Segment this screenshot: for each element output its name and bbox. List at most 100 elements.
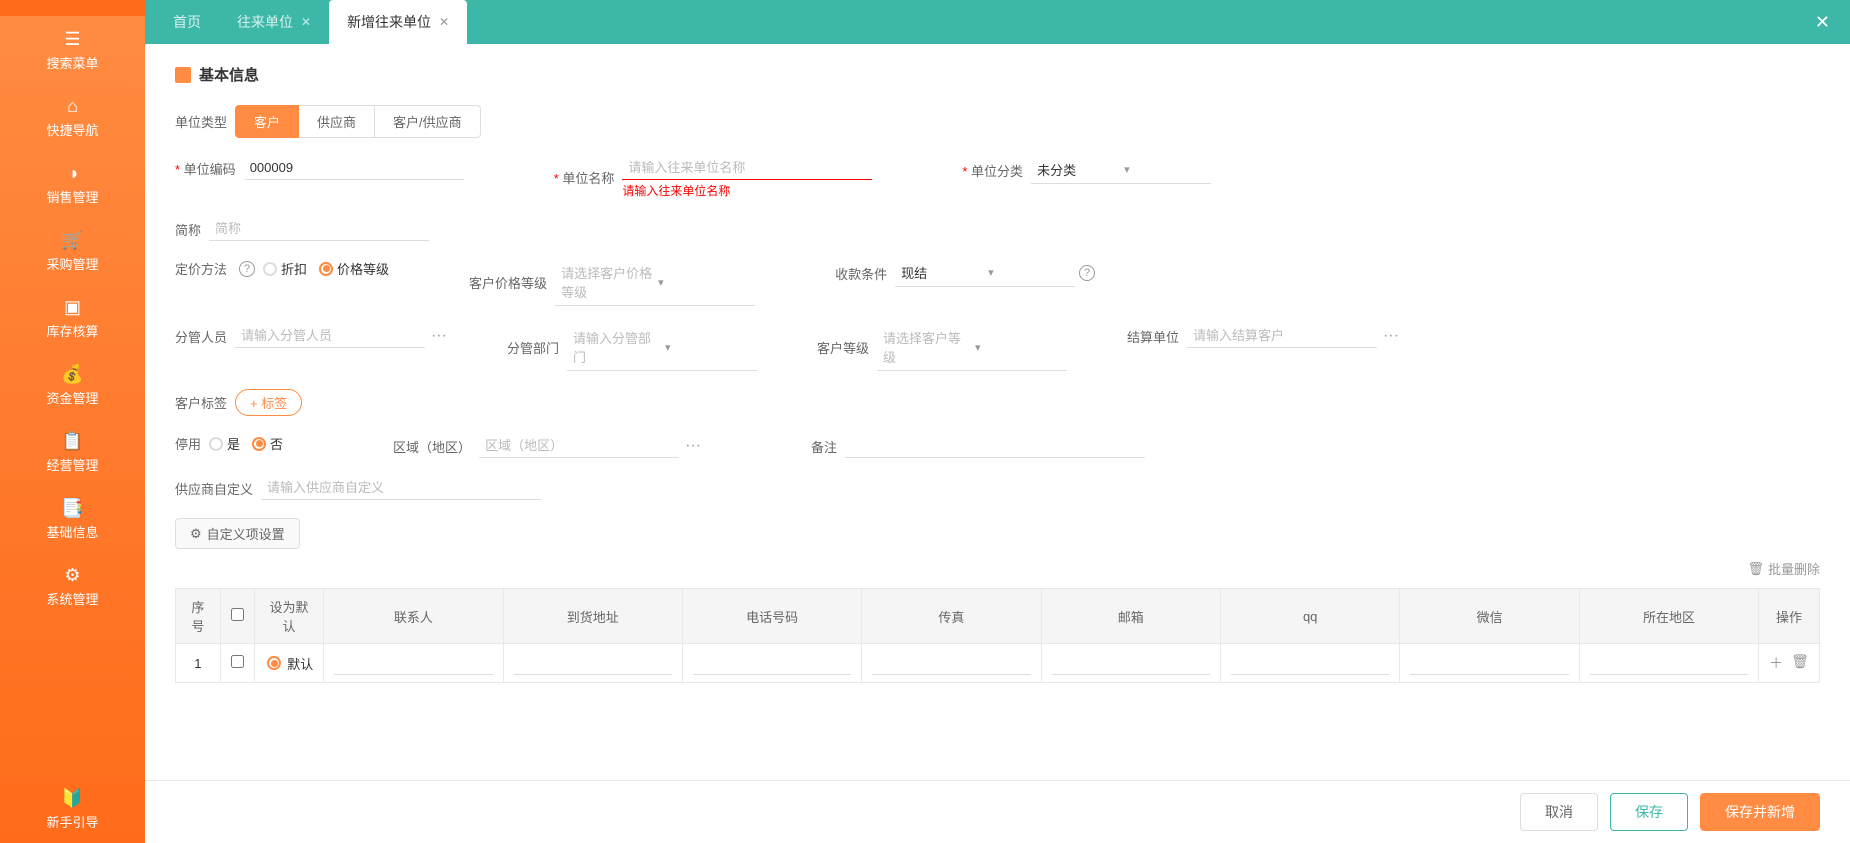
settlement-input[interactable]: [1187, 324, 1377, 348]
sidebar-item-label: 库存核算: [46, 321, 98, 340]
pricing-info-icon[interactable]: ?: [239, 261, 255, 277]
sidebar-item-sales[interactable]: ◑ 销售管理: [0, 151, 145, 218]
unit-name-error: 请输入往来单位名称: [622, 182, 872, 199]
region-more-icon[interactable]: ···: [685, 437, 701, 455]
sidebar-item-label: 销售管理: [46, 187, 98, 206]
payment-terms-select[interactable]: 现结 ▾: [895, 259, 1075, 287]
sidebar-item-label: 采购管理: [46, 254, 98, 273]
disabled-yes-label: 是: [227, 434, 240, 453]
col-qq: qq: [1220, 589, 1400, 644]
row-address-input[interactable]: [514, 651, 672, 675]
payment-terms-info-icon[interactable]: ?: [1079, 265, 1095, 281]
cust-level-label: 客户等级: [817, 338, 869, 357]
row-region: [1579, 644, 1758, 683]
tab-new-contact[interactable]: 新增往来单位 ✕: [329, 0, 467, 44]
row-add-icon[interactable]: ＋: [1769, 653, 1783, 673]
type-btn-supplier[interactable]: 供应商: [299, 105, 375, 138]
pricing-radio-level[interactable]: 价格等级: [319, 259, 389, 278]
tab-contacts-close[interactable]: ✕: [301, 15, 311, 29]
dept-select[interactable]: 请输入分管部门 ▾: [567, 324, 757, 371]
sidebar-item-ops[interactable]: 📋 经营管理: [0, 419, 145, 486]
payment-terms-group: 收款条件 现结 ▾ ?: [835, 259, 1095, 287]
dept-placeholder: 请输入分管部门: [573, 328, 659, 366]
sidebar-item-quick-nav[interactable]: ⌂ 快捷导航: [0, 84, 145, 151]
save-new-button[interactable]: 保存并新增: [1700, 793, 1820, 831]
col-seq: 序号: [176, 589, 221, 644]
cancel-button[interactable]: 取消: [1520, 793, 1598, 831]
row-contact-input[interactable]: [334, 651, 492, 675]
row-email-input[interactable]: [1052, 651, 1210, 675]
type-btn-both[interactable]: 客户/供应商: [375, 105, 481, 138]
disabled-no-item[interactable]: 否: [252, 434, 283, 453]
sidebar-item-label: 资金管理: [46, 388, 98, 407]
unit-category-group: 单位分类 未分类 ▾: [962, 156, 1211, 184]
row-default-radio[interactable]: 默认: [265, 654, 313, 673]
unit-type-buttons: 客户 供应商 客户/供应商: [235, 105, 481, 138]
sidebar-item-purchase[interactable]: 🛒 采购管理: [0, 218, 145, 285]
section-flag-icon: [175, 67, 191, 83]
cust-price-level-placeholder: 请选择客户价格等级: [561, 263, 652, 301]
disabled-label: 停用: [175, 434, 201, 453]
custom-settings-row: ⚙ 自定义项设置: [175, 518, 1820, 549]
finance-icon: 💰: [61, 364, 83, 385]
batch-delete-label[interactable]: 批量删除: [1768, 559, 1820, 578]
unit-name-input[interactable]: [622, 156, 872, 180]
row-fax-input[interactable]: [872, 651, 1030, 675]
manager-input[interactable]: [235, 324, 425, 348]
tab-home[interactable]: 首页: [155, 0, 219, 44]
pricing-radio-discount[interactable]: 折扣: [263, 259, 307, 278]
tab-contacts[interactable]: 往来单位 ✕: [219, 0, 329, 44]
pricing-group: 定价方法 ? 折扣 价格等级: [175, 259, 389, 278]
unit-category-value: 未分类: [1037, 160, 1118, 179]
sidebar-item-search-menu[interactable]: ☰ 搜索菜单: [0, 17, 145, 84]
sidebar-item-label: 搜索菜单: [46, 53, 98, 72]
row-qq: [1220, 644, 1400, 683]
sidebar-item-newbie[interactable]: 🔰 新手引导: [0, 776, 145, 843]
pricing-row: 定价方法 ? 折扣 价格等级 客户价格等级 请选择客户价格等级: [175, 259, 1820, 306]
row-wechat-input[interactable]: [1410, 651, 1568, 675]
row-checkbox[interactable]: [231, 655, 244, 668]
sidebar-item-finance[interactable]: 💰 资金管理: [0, 352, 145, 419]
supplier-custom-group: 供应商自定义: [175, 476, 541, 500]
row-default-label: 默认: [287, 654, 313, 673]
sidebar-item-sys[interactable]: ⚙ 系统管理: [0, 553, 145, 620]
cust-level-select[interactable]: 请选择客户等级 ▾: [877, 324, 1067, 371]
unit-code-input[interactable]: [244, 156, 464, 180]
select-all-checkbox[interactable]: [231, 608, 244, 621]
tab-new-contact-close[interactable]: ✕: [439, 15, 449, 29]
tab-bar-close-all[interactable]: ✕: [1805, 12, 1840, 33]
row-delete-icon[interactable]: 🗑: [1791, 653, 1809, 673]
row-phone-input[interactable]: [693, 651, 851, 675]
row-region-input[interactable]: [1590, 651, 1748, 675]
no-radio-circle: [252, 437, 266, 451]
manager-group: 分管人员 ···: [175, 324, 447, 348]
sidebar-item-inventory[interactable]: ▣ 库存核算: [0, 285, 145, 352]
settlement-more-icon[interactable]: ···: [1383, 327, 1399, 345]
add-tag-button[interactable]: + 标签: [235, 389, 302, 416]
type-btn-customer[interactable]: 客户: [235, 105, 299, 138]
manager-more-icon[interactable]: ···: [431, 327, 447, 345]
row-qq-input[interactable]: [1231, 651, 1390, 675]
save-button[interactable]: 保存: [1610, 793, 1688, 831]
region-input[interactable]: [479, 434, 679, 458]
row-seq: 1: [176, 644, 221, 683]
row-email: [1041, 644, 1220, 683]
supplier-custom-input[interactable]: [261, 476, 541, 500]
level-label: 价格等级: [337, 259, 389, 278]
custom-settings-button[interactable]: ⚙ 自定义项设置: [175, 518, 300, 549]
pricing-label: 定价方法: [175, 259, 227, 278]
alias-label: 简称: [175, 220, 201, 239]
tab-home-label: 首页: [173, 12, 201, 32]
alias-input[interactable]: [209, 217, 429, 241]
disabled-yes-item[interactable]: 是: [209, 434, 240, 453]
sidebar-item-label: 基础信息: [46, 522, 98, 541]
table-header: 序号 设为默认 联系人 到货地址 电话号码 传真 邮箱 qq 微信 所在地区 操…: [176, 589, 1820, 644]
cust-price-level-label: 客户价格等级: [469, 273, 547, 292]
section-header: 基本信息: [175, 64, 1820, 85]
cust-price-level-select[interactable]: 请选择客户价格等级 ▾: [555, 259, 755, 306]
unit-type-group: 单位类型 客户 供应商 客户/供应商: [175, 105, 481, 138]
sidebar-item-basic-info[interactable]: 📑 基础信息: [0, 486, 145, 553]
unit-category-select[interactable]: 未分类 ▾: [1031, 156, 1211, 184]
col-email: 邮箱: [1041, 589, 1220, 644]
remarks-input[interactable]: [845, 434, 1145, 458]
